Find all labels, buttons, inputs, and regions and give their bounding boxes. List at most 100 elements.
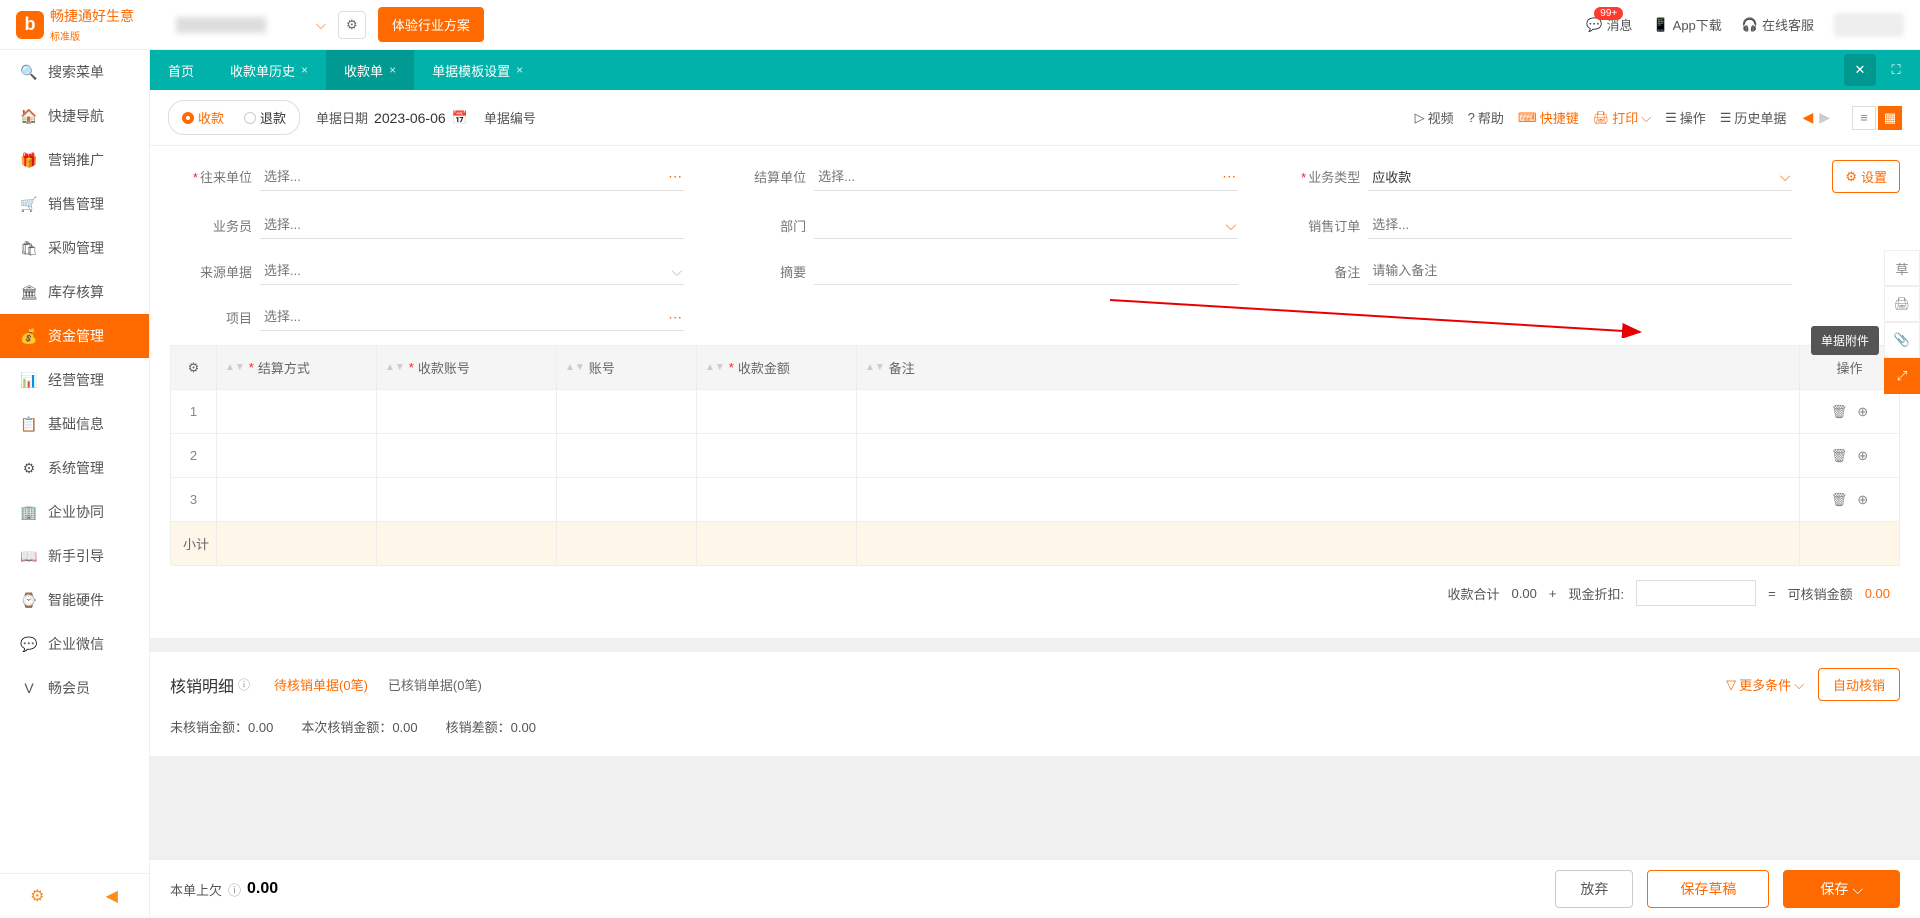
sidebar-collapse-button[interactable]: ◀ bbox=[75, 874, 150, 918]
tab-2[interactable]: 收款单× bbox=[326, 50, 414, 90]
doc-date-value[interactable]: 2023-06-06 bbox=[374, 110, 446, 126]
operate-link[interactable]: ☰操作 bbox=[1665, 108, 1706, 127]
tab-1[interactable]: 收款单历史× bbox=[212, 50, 326, 90]
th-amount[interactable]: ▲▼*收款金额 bbox=[697, 346, 857, 390]
radio-refund[interactable]: 退款 bbox=[234, 104, 296, 131]
chevron-down-icon[interactable]: ⌵ bbox=[1780, 168, 1791, 185]
calendar-icon[interactable]: 📅 bbox=[452, 110, 468, 126]
auto-verify-button[interactable]: 自动核销 bbox=[1818, 668, 1900, 701]
source-input[interactable] bbox=[260, 257, 684, 285]
verify-tab-pending[interactable]: 待核销单据(0笔) bbox=[274, 675, 368, 694]
more-icon[interactable]: ⋯ bbox=[1222, 168, 1236, 185]
cell-amount[interactable] bbox=[697, 478, 857, 522]
sidebar-item-10[interactable]: 🏢企业协同 bbox=[0, 490, 149, 534]
cell-acct-no[interactable] bbox=[557, 390, 697, 434]
table-config-header[interactable]: ⚙ bbox=[171, 346, 217, 390]
cell-acct-no[interactable] bbox=[557, 434, 697, 478]
float-print-button[interactable]: 🖨 bbox=[1884, 286, 1920, 322]
sidebar-item-7[interactable]: 📊经营管理 bbox=[0, 358, 149, 402]
settings-button[interactable]: ⚙设置 bbox=[1832, 160, 1900, 193]
view-card-toggle[interactable]: ▦ bbox=[1878, 106, 1902, 130]
table-row[interactable]: 3🗑⊕ bbox=[171, 478, 1900, 522]
next-arrow[interactable]: ▶ bbox=[1817, 109, 1832, 126]
sidebar-item-14[interactable]: V畅会员 bbox=[0, 666, 149, 710]
row-delete-icon[interactable]: 🗑 bbox=[1831, 448, 1848, 464]
save-button[interactable]: 保存 ⌵ bbox=[1783, 870, 1900, 908]
radio-receive[interactable]: 收款 bbox=[172, 104, 234, 131]
view-list-toggle[interactable]: ≡ bbox=[1852, 106, 1876, 130]
row-add-icon[interactable]: ⊕ bbox=[1857, 492, 1868, 508]
sidebar-item-12[interactable]: ⌚智能硬件 bbox=[0, 578, 149, 622]
th-account[interactable]: ▲▼*收款账号 bbox=[377, 346, 557, 390]
sidebar-item-8[interactable]: 📋基础信息 bbox=[0, 402, 149, 446]
cash-discount-input[interactable] bbox=[1636, 580, 1756, 606]
sidebar-item-5[interactable]: 🏛库存核算 bbox=[0, 270, 149, 314]
remark-input[interactable] bbox=[1368, 257, 1792, 285]
sidebar-item-1[interactable]: 🏠快捷导航 bbox=[0, 94, 149, 138]
more-icon[interactable]: ⋯ bbox=[668, 309, 682, 326]
experience-industry-button[interactable]: 体验行业方案 bbox=[378, 7, 484, 42]
settle-unit-input[interactable] bbox=[814, 163, 1238, 191]
save-draft-button[interactable]: 保存草稿 bbox=[1647, 870, 1769, 908]
more-conditions-link[interactable]: ▽ 更多条件 ⌵ bbox=[1726, 675, 1804, 694]
partner-input[interactable] bbox=[260, 163, 684, 191]
cell-remark[interactable] bbox=[857, 390, 1800, 434]
float-draft-button[interactable]: 草 bbox=[1884, 250, 1920, 286]
sidebar-item-6[interactable]: 💰资金管理 bbox=[0, 314, 149, 358]
sidebar-item-3[interactable]: 🛒销售管理 bbox=[0, 182, 149, 226]
biz-type-input[interactable] bbox=[1368, 163, 1792, 191]
help-icon[interactable]: ⓘ bbox=[228, 880, 241, 899]
salesman-input[interactable] bbox=[260, 211, 684, 239]
tab-close-all-button[interactable]: ✕ bbox=[1844, 54, 1876, 86]
tab-0[interactable]: 首页 bbox=[150, 50, 212, 90]
row-add-icon[interactable]: ⊕ bbox=[1857, 404, 1868, 420]
row-delete-icon[interactable]: 🗑 bbox=[1831, 404, 1848, 420]
cell-settle-method[interactable] bbox=[217, 390, 377, 434]
float-attachment-button[interactable]: 单据附件 📎 bbox=[1884, 322, 1920, 358]
project-input[interactable] bbox=[260, 303, 684, 331]
chevron-down-icon[interactable]: ⌵ bbox=[1226, 217, 1237, 234]
video-link[interactable]: ▷视频 bbox=[1415, 108, 1454, 127]
cell-settle-method[interactable] bbox=[217, 478, 377, 522]
shortcut-link[interactable]: ⌨快捷键 bbox=[1518, 108, 1579, 127]
cell-remark[interactable] bbox=[857, 434, 1800, 478]
table-row[interactable]: 2🗑⊕ bbox=[171, 434, 1900, 478]
sidebar-item-11[interactable]: 📖新手引导 bbox=[0, 534, 149, 578]
cell-account[interactable] bbox=[377, 390, 557, 434]
row-delete-icon[interactable]: 🗑 bbox=[1831, 492, 1848, 508]
summary-input[interactable] bbox=[814, 257, 1238, 285]
cell-amount[interactable] bbox=[697, 390, 857, 434]
cell-amount[interactable] bbox=[697, 434, 857, 478]
discard-button[interactable]: 放弃 bbox=[1555, 870, 1633, 908]
sidebar-item-2[interactable]: 🎁营销推广 bbox=[0, 138, 149, 182]
fullscreen-button[interactable]: ⛶ bbox=[1880, 54, 1912, 86]
tab-close-icon[interactable]: × bbox=[516, 63, 523, 77]
cell-settle-method[interactable] bbox=[217, 434, 377, 478]
float-expand-button[interactable]: ⤢ bbox=[1884, 358, 1920, 394]
settings-gear-button[interactable]: ⚙ bbox=[338, 11, 366, 39]
help-link[interactable]: ?帮助 bbox=[1468, 108, 1504, 127]
online-service-link[interactable]: 🎧 在线客服 bbox=[1742, 15, 1814, 34]
row-add-icon[interactable]: ⊕ bbox=[1857, 448, 1868, 464]
tab-close-icon[interactable]: × bbox=[389, 63, 396, 77]
help-icon[interactable]: ⓘ bbox=[238, 676, 250, 693]
tab-3[interactable]: 单据模板设置× bbox=[414, 50, 541, 90]
chevron-down-icon[interactable]: ⌵ bbox=[671, 263, 682, 280]
cell-account[interactable] bbox=[377, 434, 557, 478]
verify-tab-done[interactable]: 已核销单据(0笔) bbox=[388, 675, 482, 694]
cell-acct-no[interactable] bbox=[557, 478, 697, 522]
print-link[interactable]: 🖨打印⌵ bbox=[1593, 108, 1651, 127]
tab-close-icon[interactable]: × bbox=[301, 63, 308, 77]
cell-account[interactable] bbox=[377, 478, 557, 522]
th-settle-method[interactable]: ▲▼*结算方式 bbox=[217, 346, 377, 390]
user-avatar[interactable] bbox=[1834, 13, 1904, 37]
company-selector[interactable]: ⌵ bbox=[176, 17, 326, 33]
messages-link[interactable]: 99+ 💬 消息 bbox=[1586, 15, 1632, 34]
cell-remark[interactable] bbox=[857, 478, 1800, 522]
sidebar-item-13[interactable]: 💬企业微信 bbox=[0, 622, 149, 666]
sidebar-item-0[interactable]: 🔍搜索菜单 bbox=[0, 50, 149, 94]
dept-input[interactable] bbox=[814, 211, 1238, 239]
sidebar-settings-button[interactable]: ⚙ bbox=[0, 874, 75, 918]
table-row[interactable]: 1🗑⊕ bbox=[171, 390, 1900, 434]
history-link[interactable]: ☰历史单据 bbox=[1720, 108, 1787, 127]
